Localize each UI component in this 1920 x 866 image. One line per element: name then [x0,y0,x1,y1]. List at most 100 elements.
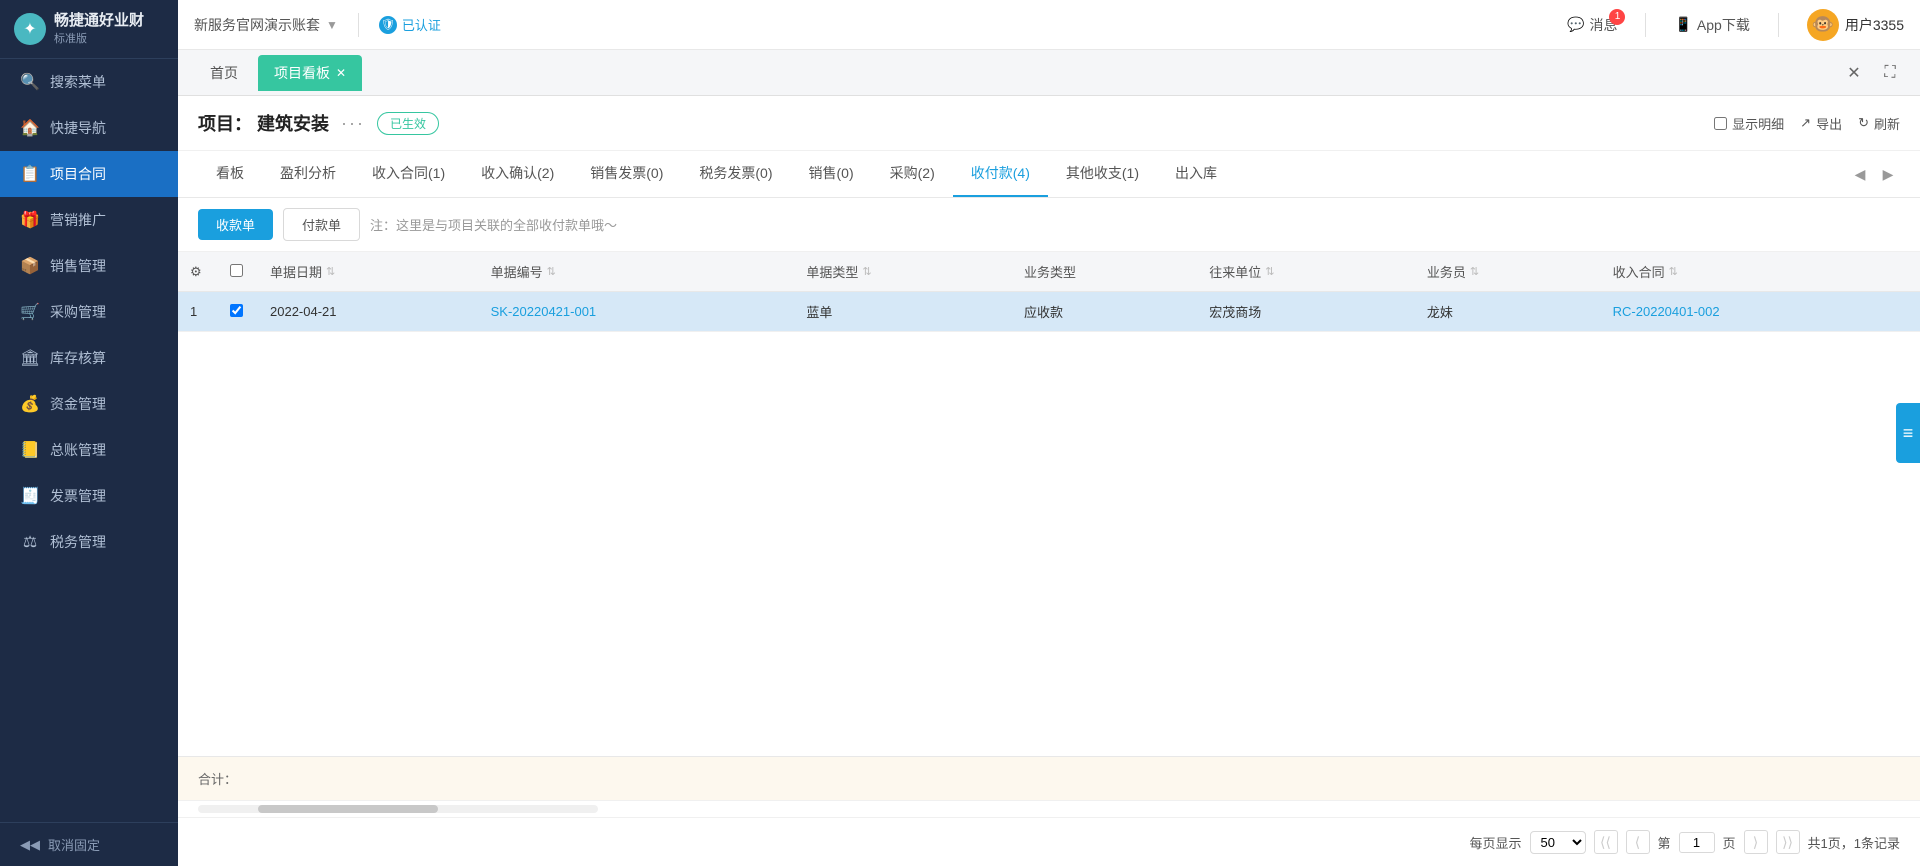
tab-project-label: 项目看板 [274,63,330,83]
subtab-income-contract[interactable]: 收入合同(1) [354,151,463,197]
select-all-checkbox[interactable] [230,264,243,277]
subtab-inout-storage[interactable]: 出入库 [1157,151,1235,197]
page-prev-button[interactable]: ⟨ [1626,830,1650,854]
sidebar-item-tax[interactable]: ⚖ 税务管理 [0,519,178,565]
sidebar-unpin[interactable]: ◀◀ 取消固定 [0,822,178,866]
sort-number-icon: ⇅ [547,265,556,278]
horizontal-scrollbar[interactable] [178,800,1920,817]
user-menu[interactable]: 🐵 用户3355 [1807,9,1904,41]
subtab-sales[interactable]: 销售(0) [791,151,872,197]
sub-toolbar: 收款单 付款单 注：这里是与项目关联的全部收付款单哦～ [178,198,1920,252]
subtab-profit-label: 盈利分析 [280,165,336,181]
refresh-label: 刷新 [1874,114,1900,133]
tab-home[interactable]: 首页 [194,55,254,91]
messages-button[interactable]: 💬 消息 1 [1567,15,1617,35]
subtab-prev-button[interactable]: ◀ [1848,162,1872,186]
project-title: 项目： 建筑安装 [198,110,329,136]
sidebar-item-quicknav[interactable]: 🏠 快捷导航 [0,105,178,151]
sidebar-item-label: 发票管理 [50,486,106,506]
sidebar-item-search[interactable]: 🔍 搜索菜单 [0,59,178,105]
row-select-checkbox[interactable] [230,304,243,317]
sort-partner-icon: ⇅ [1265,265,1274,278]
th-type[interactable]: 单据类型 ⇅ [794,252,1012,292]
payment-button[interactable]: 付款单 [283,208,360,241]
subtab-kanban[interactable]: 看板 [198,151,262,197]
subtabs: 看板 盈利分析 收入合同(1) 收入确认(2) 销售发票(0) 税务发票(0) … [178,151,1920,198]
app-download-button[interactable]: 📱 App下载 [1674,15,1749,35]
sidebar-logo: ✦ 畅捷通好业财 标准版 [0,0,178,59]
sidebar-item-ledger[interactable]: 📒 总账管理 [0,427,178,473]
page-last-button[interactable]: ⟩⟩ [1776,830,1800,854]
subtab-kanban-label: 看板 [216,165,244,181]
row-income-contract[interactable]: RC-20220401-002 [1601,292,1920,332]
export-button[interactable]: ↗ 导出 [1800,114,1842,133]
project-more-button[interactable]: ··· [341,113,365,134]
th-settings[interactable]: ⚙ [178,252,218,292]
page-next-button[interactable]: ⟩ [1744,830,1768,854]
app-name: 畅捷通好业财 [54,12,144,30]
app-name-block: 畅捷通好业财 标准版 [54,12,144,46]
receipt-button[interactable]: 收款单 [198,209,273,240]
right-panel-toggle[interactable]: ≡ [1896,403,1920,463]
sidebar-item-inventory[interactable]: 🏛 库存核算 [0,335,178,381]
maximize-window-button[interactable]: ⛶ [1876,59,1904,87]
show-detail-input[interactable] [1714,117,1727,130]
data-table: ⚙ 单据日期 ⇅ 单据编号 [178,252,1920,332]
subtab-payment[interactable]: 收付款(4) [953,151,1048,197]
sidebar: ✦ 畅捷通好业财 标准版 🔍 搜索菜单 🏠 快捷导航 📋 项目合同 🎁 营销推广… [0,0,178,866]
row-checkbox[interactable] [218,292,258,332]
gift-icon: 🎁 [20,210,40,230]
row-number-link[interactable]: SK-20220421-001 [491,304,597,319]
row-number[interactable]: SK-20220421-001 [479,292,795,332]
scrollbar-thumb[interactable] [258,805,438,813]
sidebar-item-label: 快捷导航 [50,118,106,138]
tab-home-label: 首页 [210,65,238,81]
sidebar-item-purchase[interactable]: 🛒 采购管理 [0,289,178,335]
unpin-icon: ◀◀ [20,837,40,853]
topbar-divider-3 [1778,13,1779,37]
close-window-button[interactable]: ✕ [1840,59,1868,87]
table-row[interactable]: 1 2022-04-21 SK-20220421-001 蓝单 [178,292,1920,332]
subtab-next-button[interactable]: ▶ [1876,162,1900,186]
scrollbar-track [198,805,598,813]
row-contract-link[interactable]: RC-20220401-002 [1613,304,1720,319]
unpin-label: 取消固定 [48,835,100,854]
subtab-purchase[interactable]: 采购(2) [872,151,953,197]
subtab-sales-invoice[interactable]: 销售发票(0) [572,151,681,197]
page-first-button[interactable]: ⟨⟨ [1594,830,1618,854]
sidebar-item-label: 库存核算 [50,348,106,368]
th-partner[interactable]: 往来单位 ⇅ [1197,252,1415,292]
th-income-contract[interactable]: 收入合同 ⇅ [1601,252,1920,292]
subtab-tax-invoice[interactable]: 税务发票(0) [681,151,790,197]
show-detail-checkbox[interactable]: 显示明细 [1714,114,1784,133]
topbar-divider [358,13,359,37]
sidebar-item-finance[interactable]: 💰 资金管理 [0,381,178,427]
sidebar-item-invoice[interactable]: 🧾 发票管理 [0,473,178,519]
row-index: 1 [178,292,218,332]
project-selector[interactable]: 新服务官网演示账套 ▼ [194,15,338,35]
th-number-label: 单据编号 [491,262,543,281]
tab-close-icon[interactable]: ✕ [336,66,346,80]
sales-icon: 📦 [20,256,40,276]
subtab-other-payment[interactable]: 其他收支(1) [1048,151,1157,197]
sidebar-item-marketing[interactable]: 🎁 营销推广 [0,197,178,243]
sidebar-item-label: 销售管理 [50,256,106,276]
th-number[interactable]: 单据编号 ⇅ [479,252,795,292]
table-footer: 合计： [178,756,1920,800]
main-area: 新服务官网演示账套 ▼ 🛡 已认证 💬 消息 1 📱 App下载 🐵 用户335… [178,0,1920,866]
tab-project-board[interactable]: 项目看板 ✕ [258,55,362,91]
page-input[interactable] [1679,832,1715,853]
sort-date-icon: ⇅ [326,265,335,278]
sidebar-item-project-contract[interactable]: 📋 项目合同 [0,151,178,197]
refresh-button[interactable]: ↻ 刷新 [1858,114,1900,133]
subtab-other-payment-label: 其他收支(1) [1066,165,1139,181]
th-salesperson-label: 业务员 [1427,262,1466,281]
page-label: 第 [1658,833,1671,852]
subtab-income-confirm[interactable]: 收入确认(2) [463,151,572,197]
th-income-contract-label: 收入合同 [1613,262,1665,281]
th-salesperson[interactable]: 业务员 ⇅ [1415,252,1601,292]
page-size-select[interactable]: 50 10 20 100 [1530,831,1586,854]
th-date[interactable]: 单据日期 ⇅ [258,252,479,292]
subtab-profit[interactable]: 盈利分析 [262,151,354,197]
sidebar-item-sales[interactable]: 📦 销售管理 [0,243,178,289]
